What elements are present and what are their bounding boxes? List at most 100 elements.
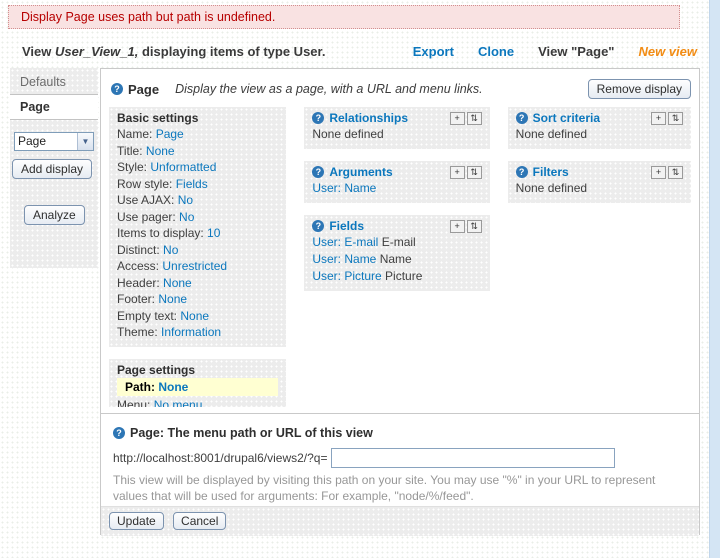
- chevron-down-icon: ▼: [77, 133, 93, 150]
- clone-link[interactable]: Clone: [478, 44, 514, 59]
- setting-use-pager-link[interactable]: No: [179, 210, 194, 224]
- basic-settings-panel: Basic settings Name: Page Title: None St…: [109, 107, 287, 347]
- fields-title[interactable]: Fields: [329, 219, 364, 233]
- arguments-title[interactable]: Arguments: [329, 165, 392, 179]
- sort-criteria-title[interactable]: Sort criteria: [533, 111, 600, 125]
- setting-use-ajax-link[interactable]: No: [178, 193, 193, 207]
- help-icon[interactable]: ?: [515, 166, 528, 178]
- help-icon[interactable]: ?: [111, 83, 123, 95]
- relationships-title[interactable]: Relationships: [329, 111, 408, 125]
- setting-menu-link[interactable]: No menu: [154, 398, 203, 408]
- sort-criteria-empty: None defined: [515, 127, 588, 141]
- setting-name-link[interactable]: Page: [156, 127, 184, 141]
- setting-style-link[interactable]: Unformatted: [150, 160, 216, 174]
- display-title: Page: [128, 81, 160, 97]
- add-display-button[interactable]: Add display: [12, 159, 93, 179]
- sort-criteria-rearrange-button[interactable]: ⇅: [668, 111, 683, 125]
- field-picture-link[interactable]: User: Picture: [312, 269, 381, 283]
- filters-add-button[interactable]: +: [651, 165, 666, 179]
- setting-use-pager: Use pager: No: [117, 209, 195, 224]
- config-form-header: ? Page: The menu path or URL of this vie…: [101, 414, 699, 440]
- setting-items-to-display-link[interactable]: 10: [207, 226, 220, 240]
- header-links: Export Clone View "Page" New view: [413, 44, 697, 59]
- setting-row-style: Row style: Fields: [117, 176, 208, 191]
- page-settings-panel: Page settings Path: None Menu: No menu: [109, 358, 287, 408]
- cancel-button[interactable]: Cancel: [173, 512, 227, 530]
- update-button[interactable]: Update: [109, 512, 164, 530]
- setting-footer-link[interactable]: None: [158, 292, 187, 306]
- setting-access-link[interactable]: Unrestricted: [162, 259, 227, 273]
- display-header: ? Page Display the view as a page, with …: [101, 69, 699, 101]
- arguments-add-button[interactable]: +: [449, 165, 465, 179]
- help-icon[interactable]: ?: [312, 112, 325, 124]
- field-item: User: E-mail E-mail: [312, 235, 416, 249]
- error-message: Display Page uses path but path is undef…: [8, 5, 680, 29]
- setting-theme-link[interactable]: Information: [161, 325, 221, 339]
- filters-title[interactable]: Filters: [533, 165, 569, 179]
- display-description: Display the view as a page, with a URL a…: [175, 82, 483, 96]
- setting-items-to-display: Items to display: 10: [117, 226, 221, 240]
- view-page-link[interactable]: View "Page": [538, 44, 614, 59]
- help-icon[interactable]: ?: [312, 166, 325, 178]
- arguments-panel: ? Arguments + ⇅ User: Name: [304, 161, 490, 203]
- field-email-link[interactable]: User: E-mail: [312, 235, 378, 249]
- arguments-rearrange-button[interactable]: ⇅: [466, 165, 482, 179]
- fields-add-button[interactable]: +: [449, 219, 465, 233]
- view-title-suffix: displaying items of type User.: [138, 43, 326, 59]
- view-title: View User_View_1, displaying items of ty…: [22, 44, 326, 59]
- column-basic: Basic settings Name: Page Title: None St…: [109, 107, 287, 407]
- field-name-link[interactable]: User: Name: [312, 252, 376, 266]
- view-header: View User_View_1, displaying items of ty…: [8, 40, 705, 62]
- setting-header: Header: None: [117, 275, 192, 290]
- display-editor: ? Page Display the view as a page, with …: [100, 68, 700, 536]
- scrollbar-strip[interactable]: [709, 0, 720, 558]
- display-type-select-value: Page: [18, 134, 47, 148]
- setting-row-style-link[interactable]: Fields: [176, 177, 208, 191]
- argument-user-name-link[interactable]: User: Name: [312, 181, 376, 195]
- column-right: ? Sort criteria + ⇅ None defined ? Filte…: [507, 107, 691, 401]
- fields-rearrange-button[interactable]: ⇅: [466, 219, 482, 233]
- setting-path-link[interactable]: None: [158, 380, 188, 394]
- setting-title: Title: None: [117, 143, 175, 158]
- path-config-form: ? Page: The menu path or URL of this vie…: [101, 413, 699, 536]
- sort-criteria-panel: ? Sort criteria + ⇅ None defined: [507, 107, 691, 149]
- remove-display-button[interactable]: Remove display: [587, 79, 691, 99]
- config-form-title: Page: The menu path or URL of this view: [130, 426, 373, 440]
- page-settings-title: Page settings: [117, 362, 196, 377]
- setting-name: Name: Page: [117, 127, 184, 141]
- tab-defaults[interactable]: Defaults: [10, 70, 98, 95]
- setting-theme: Theme: Information: [117, 325, 222, 339]
- export-link[interactable]: Export: [413, 44, 454, 59]
- setting-access: Access: Unrestricted: [117, 259, 228, 273]
- view-title-prefix: View: [22, 43, 56, 59]
- setting-distinct: Distinct: No: [117, 242, 179, 257]
- setting-header-link[interactable]: None: [163, 276, 192, 290]
- basic-settings-title: Basic settings: [117, 111, 199, 125]
- settings-panels: Basic settings Name: Page Title: None St…: [101, 101, 699, 407]
- analyze-button[interactable]: Analyze: [24, 205, 85, 225]
- setting-footer: Footer: None: [117, 292, 188, 306]
- help-icon[interactable]: ?: [113, 427, 125, 439]
- help-icon[interactable]: ?: [515, 112, 528, 124]
- filters-panel: ? Filters + ⇅ None defined: [507, 161, 691, 203]
- relationships-rearrange-button[interactable]: ⇅: [466, 111, 482, 125]
- setting-distinct-link[interactable]: No: [163, 243, 178, 257]
- setting-empty-text-link[interactable]: None: [180, 309, 209, 323]
- url-prefix: http://localhost:8001/drupal6/views2/?q=: [113, 451, 328, 465]
- filters-empty: None defined: [515, 181, 588, 195]
- field-item: User: Name Name: [312, 252, 412, 266]
- help-icon[interactable]: ?: [312, 220, 325, 232]
- setting-title-link[interactable]: None: [146, 144, 175, 158]
- setting-menu: Menu: No menu: [117, 397, 278, 408]
- field-item: User: Picture Picture: [312, 269, 423, 283]
- fields-panel: ? Fields + ⇅ User: E-mail E-mail User: N…: [304, 215, 490, 291]
- path-input[interactable]: [331, 448, 616, 468]
- filters-rearrange-button[interactable]: ⇅: [668, 165, 683, 179]
- relationships-add-button[interactable]: +: [449, 111, 465, 125]
- sort-criteria-add-button[interactable]: +: [651, 111, 666, 125]
- setting-empty-text: Empty text: None: [117, 308, 210, 323]
- setting-path: Path: None: [117, 377, 279, 396]
- display-type-select[interactable]: Page ▼: [14, 132, 94, 151]
- new-view-link[interactable]: New view: [638, 44, 697, 59]
- tab-page[interactable]: Page: [10, 95, 98, 120]
